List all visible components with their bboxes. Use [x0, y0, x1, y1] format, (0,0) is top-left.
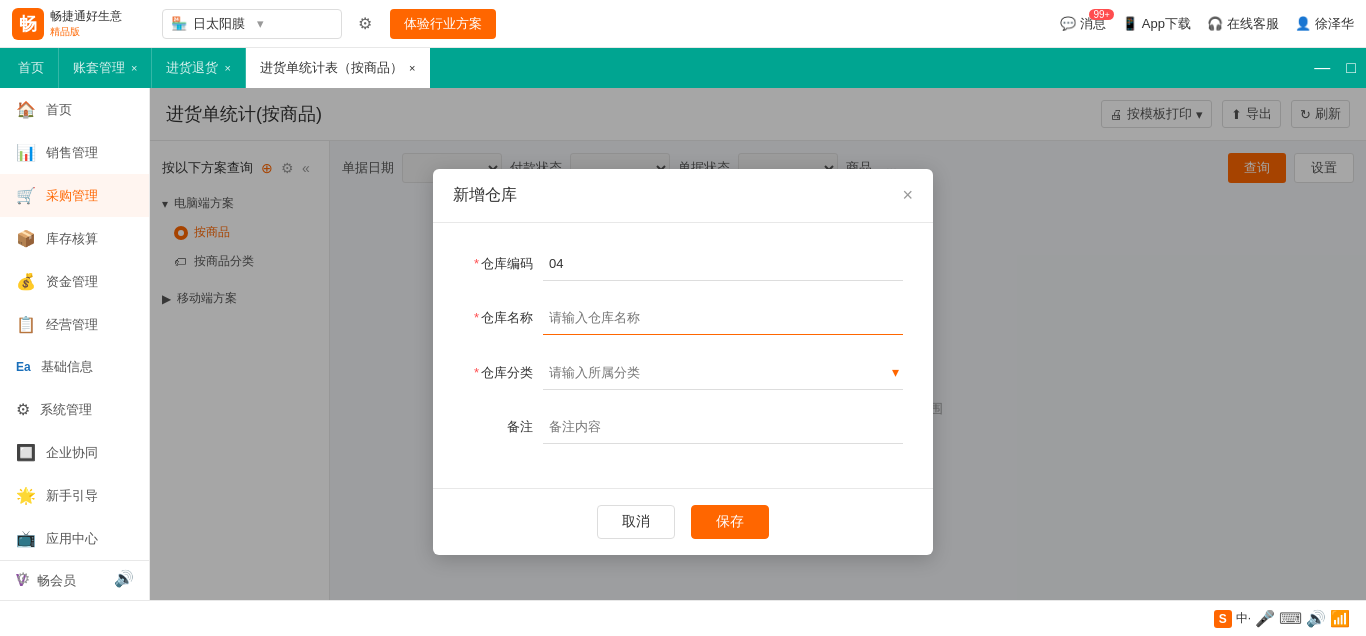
tab-home[interactable]: 首页	[4, 48, 59, 88]
inventory-icon: 📦	[16, 229, 36, 248]
sidebar-item-finance[interactable]: 💰 资金管理	[0, 260, 149, 303]
tab-purchase-return[interactable]: 进货退货 ×	[152, 48, 245, 88]
warehouse-code-input[interactable]	[543, 247, 903, 281]
warehouse-code-row: *仓库编码	[463, 247, 903, 281]
user-menu[interactable]: 👤 徐泽华	[1295, 15, 1354, 33]
modal-new-warehouse: 新增仓库 × *仓库编码 *仓库名称	[433, 169, 933, 555]
tab-close-purchase-stats[interactable]: ×	[409, 62, 415, 74]
main-layout: 🏠 首页 📊 销售管理 🛒 采购管理 📦 库存核算 💰 资金管理 📋 经营管理 …	[0, 88, 1366, 636]
minimize-icon[interactable]: —	[1308, 59, 1336, 77]
warehouse-name-label: *仓库名称	[463, 309, 543, 327]
keyboard-icon[interactable]: ⌨	[1279, 609, 1302, 628]
sound-icon[interactable]: 🔊	[1306, 609, 1326, 628]
sidebar-item-sales[interactable]: 📊 销售管理	[0, 131, 149, 174]
sidebar-item-collab[interactable]: 🔲 企业协同	[0, 431, 149, 474]
sidebar-item-apps[interactable]: 📺 应用中心	[0, 517, 149, 560]
headset-icon: 🎧	[1207, 16, 1223, 31]
collab-icon: 🔲	[16, 443, 36, 462]
modal-close-button[interactable]: ×	[902, 185, 913, 206]
tab-close-purchase-return[interactable]: ×	[224, 62, 230, 74]
business-icon: 📋	[16, 315, 36, 334]
messages-button[interactable]: 💬 消息 99+	[1060, 15, 1106, 33]
system-icon: ⚙	[16, 400, 30, 419]
mobile-icon: 📱	[1122, 16, 1138, 31]
content-area: 进货单统计(按商品) 🖨 按模板打印 ▾ ⬆ 导出 ↻ 刷新	[150, 88, 1366, 636]
sidebar: 🏠 首页 📊 销售管理 🛒 采购管理 📦 库存核算 💰 资金管理 📋 经营管理 …	[0, 88, 150, 636]
required-star-name: *	[474, 310, 479, 325]
warehouse-category-row: *仓库分类 ▾	[463, 355, 903, 390]
warehouse-note-row: 备注	[463, 410, 903, 444]
modal-body: *仓库编码 *仓库名称 *仓库分类	[433, 223, 933, 488]
microphone-icon[interactable]: 🎤	[1255, 609, 1275, 628]
warehouse-name-input[interactable]	[543, 301, 903, 335]
save-button[interactable]: 保存	[691, 505, 769, 539]
wifi-icon[interactable]: 📶	[1330, 609, 1350, 628]
sidebar-item-inventory[interactable]: 📦 库存核算	[0, 217, 149, 260]
app-download-button[interactable]: 📱 App下载	[1122, 15, 1191, 33]
purchase-icon: 🛒	[16, 186, 36, 205]
sidebar-item-basic-info[interactable]: Ea 基础信息	[0, 346, 149, 388]
required-star-code: *	[474, 256, 479, 271]
tab-purchase-stats[interactable]: 进货单统计表（按商品） ×	[246, 48, 430, 88]
modal-title: 新增仓库	[453, 185, 517, 206]
logo-text: 畅捷通好生意 精品版	[50, 8, 122, 39]
store-icon: 🏪	[171, 16, 187, 31]
sales-icon: 📊	[16, 143, 36, 162]
store-selector[interactable]: 🏪 日太阳膜 ▾	[162, 9, 342, 39]
sidebar-item-system[interactable]: ⚙ 系统管理	[0, 388, 149, 431]
bottom-bar: S 中· 🎤 ⌨ 🔊 📶	[0, 600, 1366, 636]
message-icon: 💬	[1060, 16, 1076, 31]
service-button[interactable]: 🎧 在线客服	[1207, 15, 1279, 33]
logo-area: 畅 畅捷通好生意 精品版	[12, 8, 162, 40]
tab-close-account[interactable]: ×	[131, 62, 137, 74]
tab-account[interactable]: 账套管理 ×	[59, 48, 152, 88]
modal-footer: 取消 保存	[433, 488, 933, 555]
trial-button[interactable]: 体验行业方案	[390, 9, 496, 39]
header-right: 💬 消息 99+ 📱 App下载 🎧 在线客服 👤 徐泽华	[1060, 15, 1354, 33]
settings-bottom-icon[interactable]: ⚙	[16, 569, 30, 588]
home-icon: 🏠	[16, 100, 36, 119]
gear-button[interactable]: ⚙	[350, 9, 380, 39]
modal-header: 新增仓库 ×	[433, 169, 933, 223]
sidebar-item-business[interactable]: 📋 经营管理	[0, 303, 149, 346]
tab-controls: — □	[1308, 59, 1362, 77]
warehouse-category-select-wrap: ▾	[543, 355, 903, 390]
warehouse-category-label: *仓库分类	[463, 364, 543, 382]
guide-icon: 🌟	[16, 486, 36, 505]
avatar-icon: 👤	[1295, 16, 1311, 31]
logo-icon: 畅	[12, 8, 44, 40]
maximize-icon[interactable]: □	[1340, 59, 1362, 77]
sidebar-item-purchase[interactable]: 🛒 采购管理	[0, 174, 149, 217]
apps-icon: 📺	[16, 529, 36, 548]
brand-s-icon: S	[1214, 610, 1232, 628]
bottom-brand: S 中· 🎤 ⌨ 🔊 📶	[1214, 609, 1350, 628]
chevron-down-icon: ▾	[257, 16, 264, 31]
cancel-button[interactable]: 取消	[597, 505, 675, 539]
warehouse-category-input[interactable]	[543, 355, 903, 389]
warehouse-name-row: *仓库名称	[463, 301, 903, 335]
nav-tabs: 首页 账套管理 × 进货退货 × 进货单统计表（按商品） × — □	[0, 48, 1366, 88]
warehouse-code-label: *仓库编码	[463, 255, 543, 273]
top-header: 畅 畅捷通好生意 精品版 🏪 日太阳膜 ▾ ⚙ 体验行业方案 💬 消息 99+ …	[0, 0, 1366, 48]
basic-info-icon: Ea	[16, 360, 31, 374]
sidebar-item-home[interactable]: 🏠 首页	[0, 88, 149, 131]
sidebar-bottom: ⚙ 🔊	[0, 560, 150, 596]
speaker-icon[interactable]: 🔊	[114, 569, 134, 588]
modal-backdrop: 新增仓库 × *仓库编码 *仓库名称	[150, 88, 1366, 636]
store-name: 日太阳膜	[193, 15, 245, 33]
finance-icon: 💰	[16, 272, 36, 291]
category-dropdown-icon: ▾	[892, 364, 899, 380]
warehouse-note-input[interactable]	[543, 410, 903, 444]
sidebar-item-guide[interactable]: 🌟 新手引导	[0, 474, 149, 517]
message-badge: 99+	[1089, 9, 1113, 20]
warehouse-note-label: 备注	[463, 418, 543, 436]
required-star-category: *	[474, 365, 479, 380]
